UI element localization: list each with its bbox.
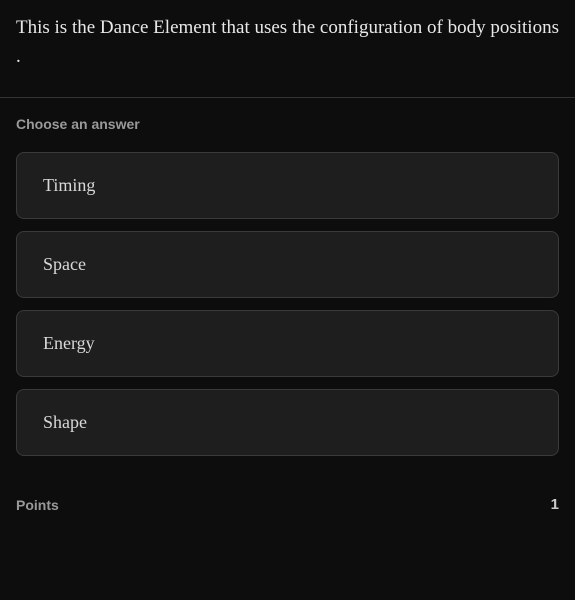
option-label: Shape — [43, 412, 87, 432]
points-row: Points 1 — [0, 456, 575, 513]
question-section: This is the Dance Element that uses the … — [0, 0, 575, 97]
option-energy[interactable]: Energy — [16, 310, 559, 377]
option-space[interactable]: Space — [16, 231, 559, 298]
options-list: Timing Space Energy Shape — [16, 152, 559, 456]
question-text: This is the Dance Element that uses the … — [16, 14, 559, 71]
option-label: Timing — [43, 175, 95, 195]
answer-section: Choose an answer Timing Space Energy Sha… — [0, 98, 575, 456]
option-label: Energy — [43, 333, 95, 353]
instruction-label: Choose an answer — [16, 116, 559, 132]
option-timing[interactable]: Timing — [16, 152, 559, 219]
option-shape[interactable]: Shape — [16, 389, 559, 456]
points-value: 1 — [551, 496, 559, 513]
points-label: Points — [16, 497, 59, 513]
option-label: Space — [43, 254, 86, 274]
